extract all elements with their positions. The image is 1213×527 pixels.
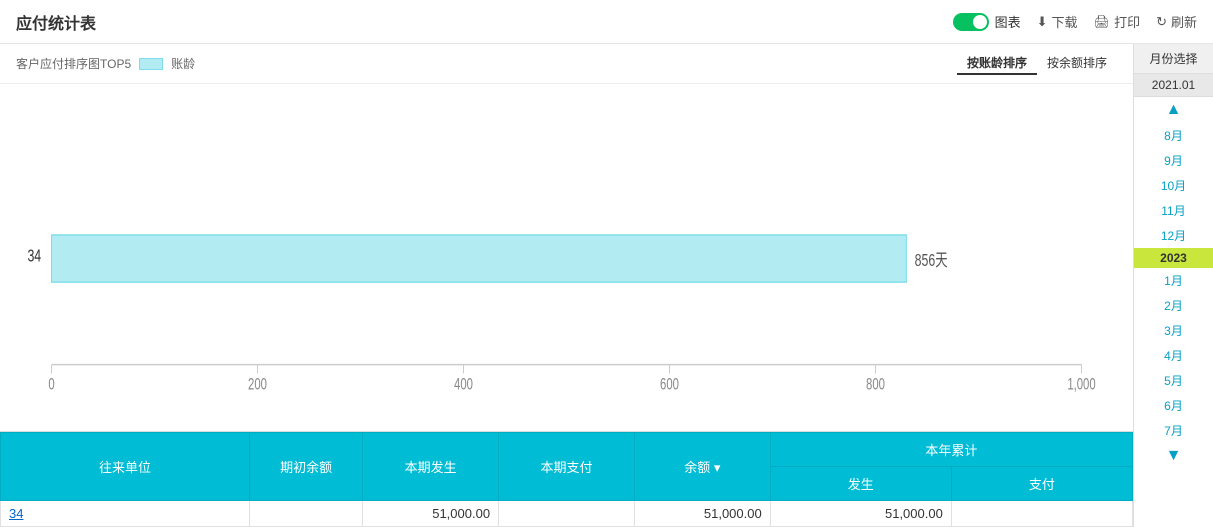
unit-link[interactable]: 34 <box>9 506 23 521</box>
th-leiji-fasheng: 发生 <box>770 467 951 501</box>
sidebar-month-8[interactable]: 8月 <box>1134 123 1213 148</box>
chart-toggle[interactable]: 图表 <box>953 12 1021 31</box>
th-fasheng: 本期发生 <box>363 433 499 501</box>
td-qichu <box>250 501 363 527</box>
toggle-switch-icon[interactable] <box>953 13 989 31</box>
sort-by-age-button[interactable]: 按账龄排序 <box>957 52 1037 75</box>
data-table-area: 往来单位 期初余额 本期发生 本期支付 余额 ▾ 本年累计 发生 <box>0 431 1133 527</box>
sidebar-up-button[interactable]: ▲ <box>1134 97 1213 123</box>
th-yue: 余额 ▾ <box>634 433 770 501</box>
sidebar-month-1[interactable]: 1月 <box>1134 268 1213 293</box>
download-button[interactable]: ⬇ 下载 <box>1037 12 1078 31</box>
right-sidebar: 月份选择 2021.01 ▲ 8月 9月 10月 11月 12月 2023 1月… <box>1133 44 1213 527</box>
th-leiji-zhifu: 支付 <box>951 467 1132 501</box>
header-actions: 图表 ⬇ 下载 🖨 打印 ↻ 刷新 <box>953 12 1197 31</box>
sidebar-month-9[interactable]: 9月 <box>1134 148 1213 173</box>
svg-text:0: 0 <box>48 375 54 394</box>
th-qichu: 期初余额 <box>250 433 363 501</box>
page-title: 应付统计表 <box>16 10 96 34</box>
sidebar-down-button[interactable]: ▼ <box>1134 443 1213 469</box>
svg-text:856天: 856天 <box>915 251 948 271</box>
svg-text:200: 200 <box>248 375 267 394</box>
legend-box-icon <box>139 58 163 70</box>
print-label: 打印 <box>1114 12 1140 31</box>
download-icon: ⬇ <box>1037 14 1048 30</box>
sidebar-month-10[interactable]: 10月 <box>1134 173 1213 198</box>
sidebar-month-3[interactable]: 3月 <box>1134 318 1213 343</box>
print-icon: 🖨 <box>1094 14 1111 30</box>
legend-text: 客户应付排序图TOP5 <box>16 55 131 72</box>
sidebar-header: 月份选择 <box>1134 44 1213 74</box>
sort-buttons: 按账龄排序 按余额排序 <box>957 52 1117 75</box>
td-leiji-fasheng: 51,000.00 <box>770 501 951 527</box>
bar-y-label: 34 <box>27 246 41 266</box>
th-zhifu: 本期支付 <box>499 433 635 501</box>
refresh-button[interactable]: ↻ 刷新 <box>1156 12 1197 31</box>
sidebar-month-2[interactable]: 2月 <box>1134 293 1213 318</box>
td-yue: 51,000.00 <box>634 501 770 527</box>
svg-text:600: 600 <box>660 375 679 394</box>
th-unit: 往来单位 <box>1 433 250 501</box>
sidebar-month-5[interactable]: 5月 <box>1134 368 1213 393</box>
th-leiji-group: 本年累计 <box>770 433 1132 467</box>
td-zhifu <box>499 501 635 527</box>
chart-header: 客户应付排序图TOP5 账龄 按账龄排序 按余额排序 <box>0 44 1133 84</box>
data-table: 往来单位 期初余额 本期发生 本期支付 余额 ▾ 本年累计 发生 <box>0 432 1133 527</box>
sidebar-year[interactable]: 2021.01 <box>1134 74 1213 97</box>
svg-text:1,000: 1,000 <box>1067 375 1096 394</box>
chart-label: 图表 <box>995 12 1021 31</box>
chart-legend: 客户应付排序图TOP5 账龄 <box>16 55 195 72</box>
print-button[interactable]: 🖨 打印 <box>1094 12 1141 31</box>
sidebar-month-4[interactable]: 4月 <box>1134 343 1213 368</box>
chart-container: 34 856天 0 200 400 600 <box>0 84 1133 431</box>
td-leiji-zhifu <box>951 501 1132 527</box>
legend-box-label: 账龄 <box>171 55 195 72</box>
refresh-label: 刷新 <box>1171 12 1197 31</box>
td-fasheng: 51,000.00 <box>363 501 499 527</box>
table-row: 34 51,000.00 51,000.00 51,000.00 <box>1 501 1133 527</box>
svg-text:800: 800 <box>866 375 885 394</box>
svg-text:400: 400 <box>454 375 473 394</box>
sidebar-month-6[interactable]: 6月 <box>1134 393 1213 418</box>
sidebar-month-11[interactable]: 11月 <box>1134 198 1213 223</box>
sidebar-year-label: 2023 <box>1134 248 1213 268</box>
download-label: 下载 <box>1052 12 1078 31</box>
sidebar-month-12[interactable]: 12月 <box>1134 223 1213 248</box>
sort-by-balance-button[interactable]: 按余额排序 <box>1037 52 1117 75</box>
refresh-icon: ↻ <box>1156 14 1167 30</box>
td-unit: 34 <box>1 501 250 527</box>
sidebar-month-7[interactable]: 7月 <box>1134 418 1213 443</box>
